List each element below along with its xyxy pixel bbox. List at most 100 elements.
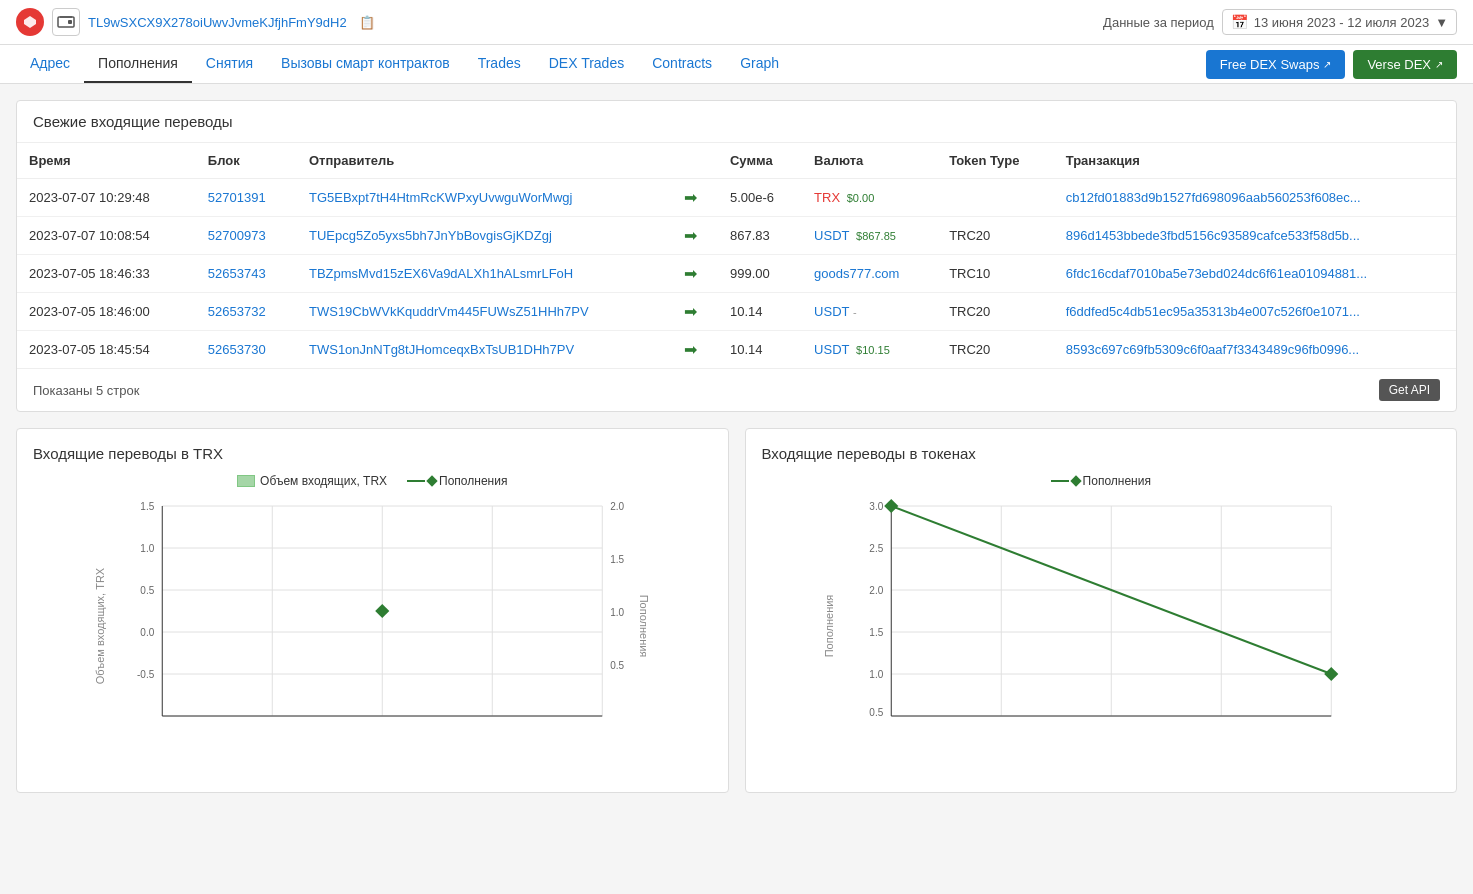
block-link[interactable]: 52701391 — [208, 190, 266, 205]
currency-link[interactable]: USDT — [814, 342, 849, 357]
currency-link[interactable]: USDT — [814, 304, 849, 319]
col-block: Блок — [196, 143, 297, 179]
cell-sender: TBZpmsMvd15zEX6Va9dALXh1hALsmrLFoH — [297, 255, 672, 293]
cell-block: 52653732 — [196, 293, 297, 331]
cell-tx: 8593c697c69fb5309c6f0aaf7f3343489c96fb09… — [1054, 331, 1456, 369]
svg-text:2.0: 2.0 — [869, 585, 883, 596]
sender-link[interactable]: TG5EBxpt7tH4HtmRcKWPxyUvwguWorMwgj — [309, 190, 572, 205]
sender-link[interactable]: TWS19CbWVkKquddrVm445FUWsZ51HHh7PV — [309, 304, 589, 319]
nav-bar: Адрес Пополнения Снятия Вызовы смарт кон… — [0, 45, 1473, 84]
token-chart-card: Входящие переводы в токенах Пополнения — [745, 428, 1458, 793]
cell-block: 52700973 — [196, 217, 297, 255]
cell-tx: cb12fd01883d9b1527fd698096aab560253f608e… — [1054, 179, 1456, 217]
svg-text:1.0: 1.0 — [869, 669, 883, 680]
table-row: 2023-07-05 18:46:00 52653732 TWS19CbWVkK… — [17, 293, 1456, 331]
col-time: Время — [17, 143, 196, 179]
block-link[interactable]: 52653730 — [208, 342, 266, 357]
svg-text:0.5: 0.5 — [140, 585, 154, 596]
cell-currency: USDT $10.15 — [802, 331, 937, 369]
nav-item-deposits[interactable]: Пополнения — [84, 45, 192, 83]
sender-link[interactable]: TUEpcg5Zo5yxs5bh7JnYbBovgisGjKDZgj — [309, 228, 552, 243]
price-badge: $867.85 — [856, 230, 896, 242]
currency-link[interactable]: goods777.com — [814, 266, 899, 281]
table-row: 2023-07-05 18:46:33 52653743 TBZpmsMvd15… — [17, 255, 1456, 293]
tx-link[interactable]: cb12fd01883d9b1527fd698096aab560253f608e… — [1066, 190, 1361, 205]
col-sender: Отправитель — [297, 143, 718, 179]
nav-item-trades[interactable]: Trades — [464, 45, 535, 83]
svg-rect-26 — [375, 604, 389, 618]
header-right: Данные за период 📅 13 июня 2023 - 12 июл… — [1103, 9, 1457, 35]
cell-sender: TWS1onJnNTg8tJHomceqxBxTsUB1DHh7PV — [297, 331, 672, 369]
verse-dex-button[interactable]: Verse DEX ↗ — [1353, 50, 1457, 79]
trx-chart-svg: 1.5 1.0 0.5 0.0 -0.5 Объем входящих, TRX… — [33, 496, 712, 756]
trx-chart-legend: Объем входящих, TRX Пополнения — [33, 474, 712, 488]
wallet-address[interactable]: TL9wSXCX9X278oiUwvJvmeKJfjhFmY9dH2 — [88, 15, 347, 30]
line-legend-icon — [407, 480, 425, 482]
incoming-arrow-icon: ➡ — [684, 303, 697, 320]
svg-text:1.0: 1.0 — [140, 543, 154, 554]
tx-link[interactable]: 8593c697c69fb5309c6f0aaf7f3343489c96fb09… — [1066, 342, 1359, 357]
cell-time: 2023-07-05 18:46:00 — [17, 293, 196, 331]
external-link-icon2: ↗ — [1435, 59, 1443, 70]
currency-link[interactable]: USDT — [814, 228, 849, 243]
cell-time: 2023-07-05 18:45:54 — [17, 331, 196, 369]
sender-link[interactable]: TBZpmsMvd15zEX6Va9dALXh1hALsmrLFoH — [309, 266, 573, 281]
cell-currency: goods777.com — [802, 255, 937, 293]
table-footer: Показаны 5 строк Get API — [17, 368, 1456, 411]
chevron-down-icon: ▼ — [1435, 15, 1448, 30]
cell-time: 2023-07-07 10:29:48 — [17, 179, 196, 217]
cell-tx: 6fdc16cdaf7010ba5e73ebd024dc6f61ea010948… — [1054, 255, 1456, 293]
copy-icon[interactable]: 📋 — [359, 15, 375, 30]
calendar-icon: 📅 — [1231, 14, 1248, 30]
cell-sender: TUEpcg5Zo5yxs5bh7JnYbBovgisGjKDZgj — [297, 217, 672, 255]
tx-link[interactable]: 6fdc16cdaf7010ba5e73ebd024dc6f61ea010948… — [1066, 266, 1367, 281]
svg-rect-2 — [68, 20, 72, 24]
trx-chart-card: Входящие переводы в TRX Объем входящих, … — [16, 428, 729, 793]
cell-arrow: ➡ — [672, 179, 718, 217]
nav-item-dex-trades[interactable]: DEX Trades — [535, 45, 638, 83]
nav-item-contracts[interactable]: Contracts — [638, 45, 726, 83]
cell-block: 52701391 — [196, 179, 297, 217]
get-api-button[interactable]: Get API — [1379, 379, 1440, 401]
svg-rect-48 — [1324, 667, 1338, 681]
verse-dex-label: Verse DEX — [1367, 57, 1431, 72]
external-link-icon: ↗ — [1323, 59, 1331, 70]
price-badge: $0.00 — [847, 192, 875, 204]
cell-amount: 867.83 — [718, 217, 802, 255]
svg-text:0.5: 0.5 — [869, 707, 883, 718]
nav-item-graph[interactable]: Graph — [726, 45, 793, 83]
date-selector[interactable]: 📅 13 июня 2023 - 12 июля 2023 ▼ — [1222, 9, 1457, 35]
cell-arrow: ➡ — [672, 255, 718, 293]
table-section-title: Свежие входящие переводы — [17, 101, 1456, 143]
block-link[interactable]: 52700973 — [208, 228, 266, 243]
cell-token-type: TRC20 — [937, 331, 1054, 369]
table-row: 2023-07-07 10:29:48 52701391 TG5EBxpt7tH… — [17, 179, 1456, 217]
svg-text:2.5: 2.5 — [869, 543, 883, 554]
tx-link[interactable]: f6ddfed5c4db51ec95a35313b4e007c526f0e107… — [1066, 304, 1360, 319]
trx-chart-container: 1.5 1.0 0.5 0.0 -0.5 Объем входящих, TRX… — [33, 496, 712, 776]
nav-item-withdrawals[interactable]: Снятия — [192, 45, 267, 83]
nav-item-smart-contracts[interactable]: Вызовы смарт контрактов — [267, 45, 464, 83]
token-chart-title: Входящие переводы в токенах — [762, 445, 1441, 462]
free-dex-swaps-label: Free DEX Swaps — [1220, 57, 1320, 72]
cell-tx: 896d1453bbede3fbd5156c93589cafce533f58d5… — [1054, 217, 1456, 255]
tx-link[interactable]: 896d1453bbede3fbd5156c93589cafce533f58d5… — [1066, 228, 1360, 243]
header: TL9wSXCX9X278oiUwvJvmeKJfjhFmY9dH2 📋 Дан… — [0, 0, 1473, 45]
sender-link[interactable]: TWS1onJnNTg8tJHomceqxBxTsUB1DHh7PV — [309, 342, 574, 357]
cell-token-type: TRC20 — [937, 217, 1054, 255]
trx-legend-bar: Объем входящих, TRX — [237, 474, 387, 488]
token-legend-line: Пополнения — [1051, 474, 1151, 488]
svg-text:1.5: 1.5 — [140, 501, 154, 512]
rows-count: Показаны 5 строк — [33, 383, 139, 398]
trx-legend-bar-label: Объем входящих, TRX — [260, 474, 387, 488]
logo-icon — [16, 8, 44, 36]
cell-token-type: TRC20 — [937, 293, 1054, 331]
trx-legend-line: Пополнения — [407, 474, 507, 488]
block-link[interactable]: 52653743 — [208, 266, 266, 281]
block-link[interactable]: 52653732 — [208, 304, 266, 319]
svg-text:1.5: 1.5 — [869, 627, 883, 638]
free-dex-swaps-button[interactable]: Free DEX Swaps ↗ — [1206, 50, 1346, 79]
nav-item-address[interactable]: Адрес — [16, 45, 84, 83]
diamond-legend-icon — [426, 475, 437, 486]
token-diamond-legend-icon — [1070, 475, 1081, 486]
